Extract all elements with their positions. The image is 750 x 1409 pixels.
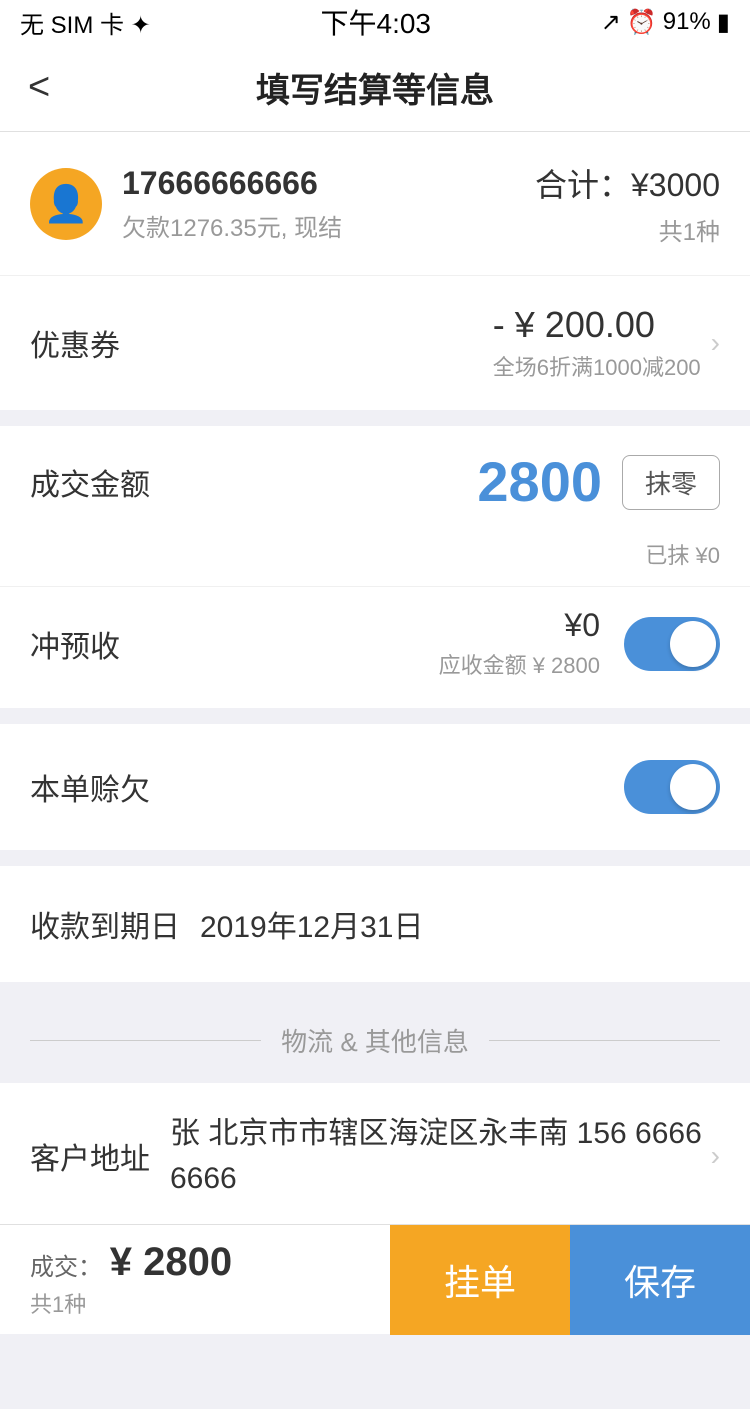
amount-value-block: 2800 抹零 — [477, 454, 720, 510]
coupon-right: - ¥ 200.00 全场6折满1000减200 › — [493, 304, 720, 382]
pre-collect-label: 冲预收 — [30, 622, 120, 666]
pre-collect-row: 冲预收 ¥0 应收金额 ¥ 2800 — [0, 586, 750, 708]
customer-total: 合计：¥3000 共1种 — [535, 160, 720, 247]
customer-row: 👤 17666666666 欠款1276.35元, 现结 合计：¥3000 共1… — [0, 132, 750, 275]
due-date-value: 2019年12月31日 — [200, 902, 423, 946]
amount-row: 成交金额 2800 抹零 — [0, 426, 750, 538]
address-value: 张 北京市市辖区海淀区永丰南 156 6666 6666 — [170, 1111, 711, 1201]
pre-right: ¥0 应收金额 ¥ 2800 — [439, 607, 720, 680]
due-date-label: 收款到期日 — [30, 902, 180, 946]
footer-deal-amount: ¥ 2800 — [110, 1240, 232, 1284]
back-button[interactable]: < — [28, 66, 50, 109]
logistics-header: 物流 & 其他信息 — [0, 998, 750, 1083]
avatar-icon: 👤 — [44, 183, 89, 225]
pre-amount-value: ¥0 — [439, 607, 600, 644]
status-right: ↗ ⏰ 91% ▮ — [601, 8, 730, 37]
nav-bar: < 填写结算等信息 — [0, 44, 750, 132]
debt-label: 本单赊欠 — [30, 765, 150, 809]
debt-toggle-knob — [670, 764, 716, 810]
divider-line-right — [489, 1040, 720, 1041]
location-icon: ↗ — [601, 8, 621, 37]
total-count: 共1种 — [535, 212, 720, 247]
amount-section: 成交金额 2800 抹零 已抹 ¥0 冲预收 ¥0 应收金额 ¥ 2800 — [0, 426, 750, 708]
coupon-desc: 全场6折满1000减200 — [493, 350, 701, 382]
chevron-right-icon: › — [711, 327, 720, 359]
divider-line-left — [30, 1040, 261, 1041]
alarm-icon: ⏰ — [627, 8, 657, 37]
hang-order-button[interactable]: 挂单 — [390, 1225, 570, 1335]
customer-details: 17666666666 欠款1276.35元, 现结 — [122, 165, 342, 243]
address-chevron-icon: › — [711, 1140, 720, 1172]
footer-info: 成交： ¥ 2800 共1种 — [0, 1240, 390, 1319]
coupon-label: 优惠券 — [30, 321, 120, 365]
deal-amount-label: 成交金额 — [30, 460, 150, 504]
due-date-section: 收款到期日 2019年12月31日 — [0, 866, 750, 982]
pre-amount-sub: 应收金额 ¥ 2800 — [439, 648, 600, 680]
battery-status: 91% — [663, 8, 711, 36]
footer-bar: 成交： ¥ 2800 共1种 挂单 保存 — [0, 1224, 750, 1334]
debt-section: 本单赊欠 — [0, 724, 750, 850]
status-time: 下午4:03 — [321, 2, 432, 42]
address-row[interactable]: 客户地址 张 北京市市辖区海淀区永丰南 156 6666 6666 › — [0, 1083, 750, 1229]
footer-deal-row: 成交： ¥ 2800 — [30, 1240, 360, 1285]
avatar: 👤 — [30, 168, 102, 240]
coupon-row[interactable]: 优惠券 - ¥ 200.00 全场6折满1000减200 › — [0, 275, 750, 410]
sim-status: 无 SIM 卡 ✦ — [20, 5, 151, 40]
amount-sub: 已抹 ¥0 — [0, 538, 750, 586]
customer-phone: 17666666666 — [122, 165, 342, 202]
status-left: 无 SIM 卡 ✦ — [20, 5, 151, 40]
pre-amount-block: ¥0 应收金额 ¥ 2800 — [439, 607, 600, 680]
customer-section: 👤 17666666666 欠款1276.35元, 现结 合计：¥3000 共1… — [0, 132, 750, 410]
footer-count: 共1种 — [30, 1287, 360, 1319]
save-button[interactable]: 保存 — [570, 1225, 750, 1335]
battery-icon: ▮ — [717, 8, 730, 37]
coupon-amount-block: - ¥ 200.00 全场6折满1000减200 — [493, 304, 701, 382]
status-bar: 无 SIM 卡 ✦ 下午4:03 ↗ ⏰ 91% ▮ — [0, 0, 750, 44]
customer-info: 👤 17666666666 欠款1276.35元, 现结 — [30, 165, 342, 243]
pre-collect-toggle[interactable] — [624, 617, 720, 671]
debt-toggle[interactable] — [624, 760, 720, 814]
deal-amount-value: 2800 — [477, 454, 602, 510]
address-label: 客户地址 — [30, 1134, 170, 1178]
logistics-title: 物流 & 其他信息 — [281, 1022, 469, 1059]
page-title: 填写结算等信息 — [256, 63, 494, 112]
round-button[interactable]: 抹零 — [622, 455, 720, 510]
coupon-amount: - ¥ 200.00 — [493, 304, 701, 346]
toggle-knob — [670, 621, 716, 667]
total-price: 合计：¥3000 — [535, 160, 720, 206]
footer-deal-label: 成交： — [30, 1254, 102, 1281]
customer-debt: 欠款1276.35元, 现结 — [122, 208, 342, 243]
